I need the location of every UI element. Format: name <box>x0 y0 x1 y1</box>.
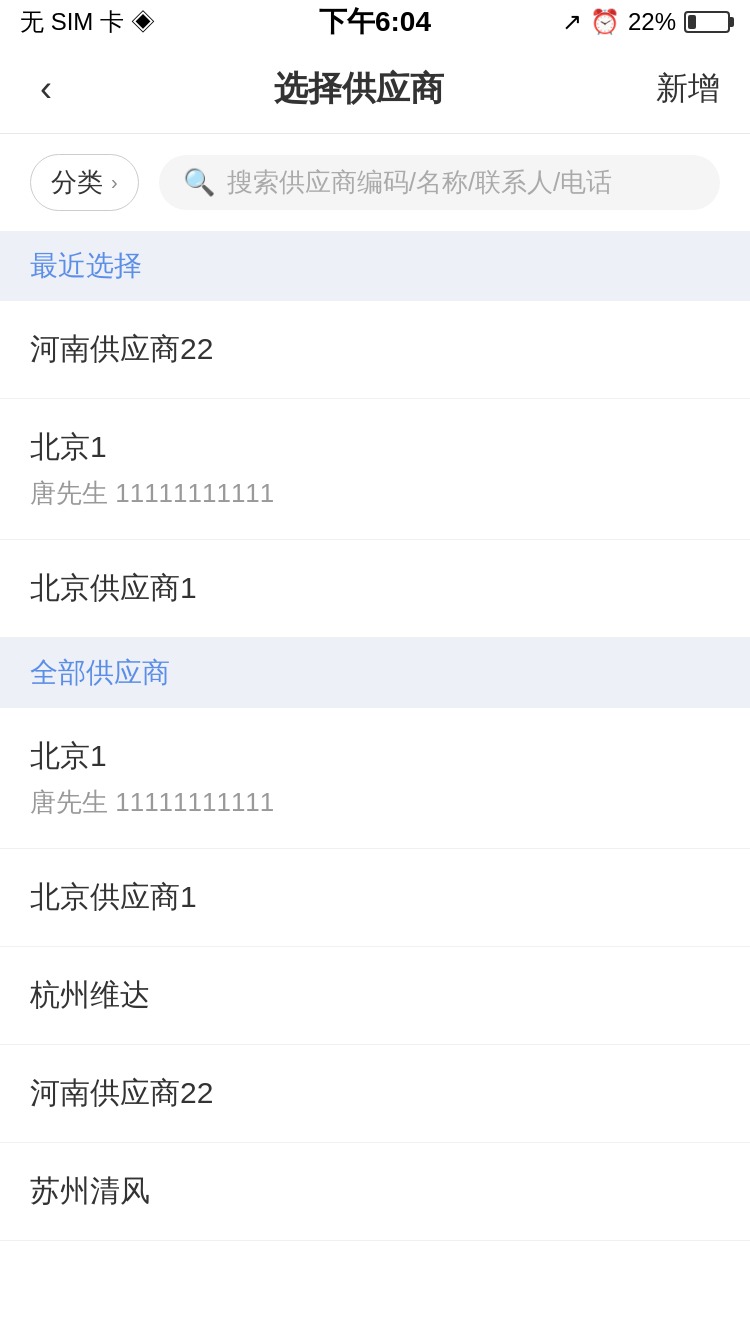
item-name: 苏州清风 <box>30 1171 720 1212</box>
item-sub: 唐先生 11111111111 <box>30 476 720 511</box>
list-item[interactable]: 河南供应商22 <box>0 1045 750 1143</box>
location-icon: ↗ <box>562 8 582 36</box>
battery-indicator <box>684 11 730 33</box>
recent-section-label: 最近选择 <box>30 250 142 281</box>
new-button[interactable]: 新增 <box>656 67 720 111</box>
chevron-right-icon: › <box>111 171 118 194</box>
list-item[interactable]: 北京1 唐先生 11111111111 <box>0 708 750 849</box>
list-item[interactable]: 河南供应商22 <box>0 301 750 399</box>
item-name: 杭州维达 <box>30 975 720 1016</box>
list-item[interactable]: 北京1 唐先生 11111111111 <box>0 399 750 540</box>
item-sub: 唐先生 11111111111 <box>30 785 720 820</box>
page-title: 选择供应商 <box>274 66 444 112</box>
search-box: 🔍 <box>159 155 720 210</box>
nav-bar: ‹ 选择供应商 新增 <box>0 44 750 134</box>
battery-percent: 22% <box>628 8 676 36</box>
category-label: 分类 <box>51 165 103 200</box>
status-bar: 无 SIM 卡 ◈ 下午6:04 ↗ ⏰ 22% <box>0 0 750 44</box>
all-section-label: 全部供应商 <box>30 657 170 688</box>
back-button[interactable]: ‹ <box>30 58 62 120</box>
filter-bar: 分类 › 🔍 <box>0 134 750 231</box>
list-item[interactable]: 杭州维达 <box>0 947 750 1045</box>
list-item[interactable]: 苏州清风 <box>0 1143 750 1241</box>
search-icon: 🔍 <box>183 167 215 198</box>
status-time: 下午6:04 <box>319 3 431 41</box>
list-item[interactable]: 北京供应商1 <box>0 540 750 638</box>
item-name: 河南供应商22 <box>30 1073 720 1114</box>
sim-status: 无 SIM 卡 ◈ <box>20 6 155 38</box>
search-input[interactable] <box>227 167 696 198</box>
item-name: 北京1 <box>30 736 720 777</box>
item-name: 北京供应商1 <box>30 877 720 918</box>
all-list: 北京1 唐先生 11111111111 北京供应商1 杭州维达河南供应商22 苏州清风 <box>0 708 750 1241</box>
category-button[interactable]: 分类 › <box>30 154 139 211</box>
list-item[interactable]: 北京供应商1 <box>0 849 750 947</box>
status-left: 无 SIM 卡 ◈ <box>20 6 155 38</box>
item-name: 河南供应商22 <box>30 329 720 370</box>
recent-list: 河南供应商22 北京1 唐先生 11111111111 北京供应商1 <box>0 301 750 638</box>
item-name: 北京1 <box>30 427 720 468</box>
all-section-header: 全部供应商 <box>0 638 750 708</box>
status-right: ↗ ⏰ 22% <box>562 8 730 36</box>
alarm-icon: ⏰ <box>590 8 620 36</box>
item-name: 北京供应商1 <box>30 568 720 609</box>
recent-section-header: 最近选择 <box>0 231 750 301</box>
